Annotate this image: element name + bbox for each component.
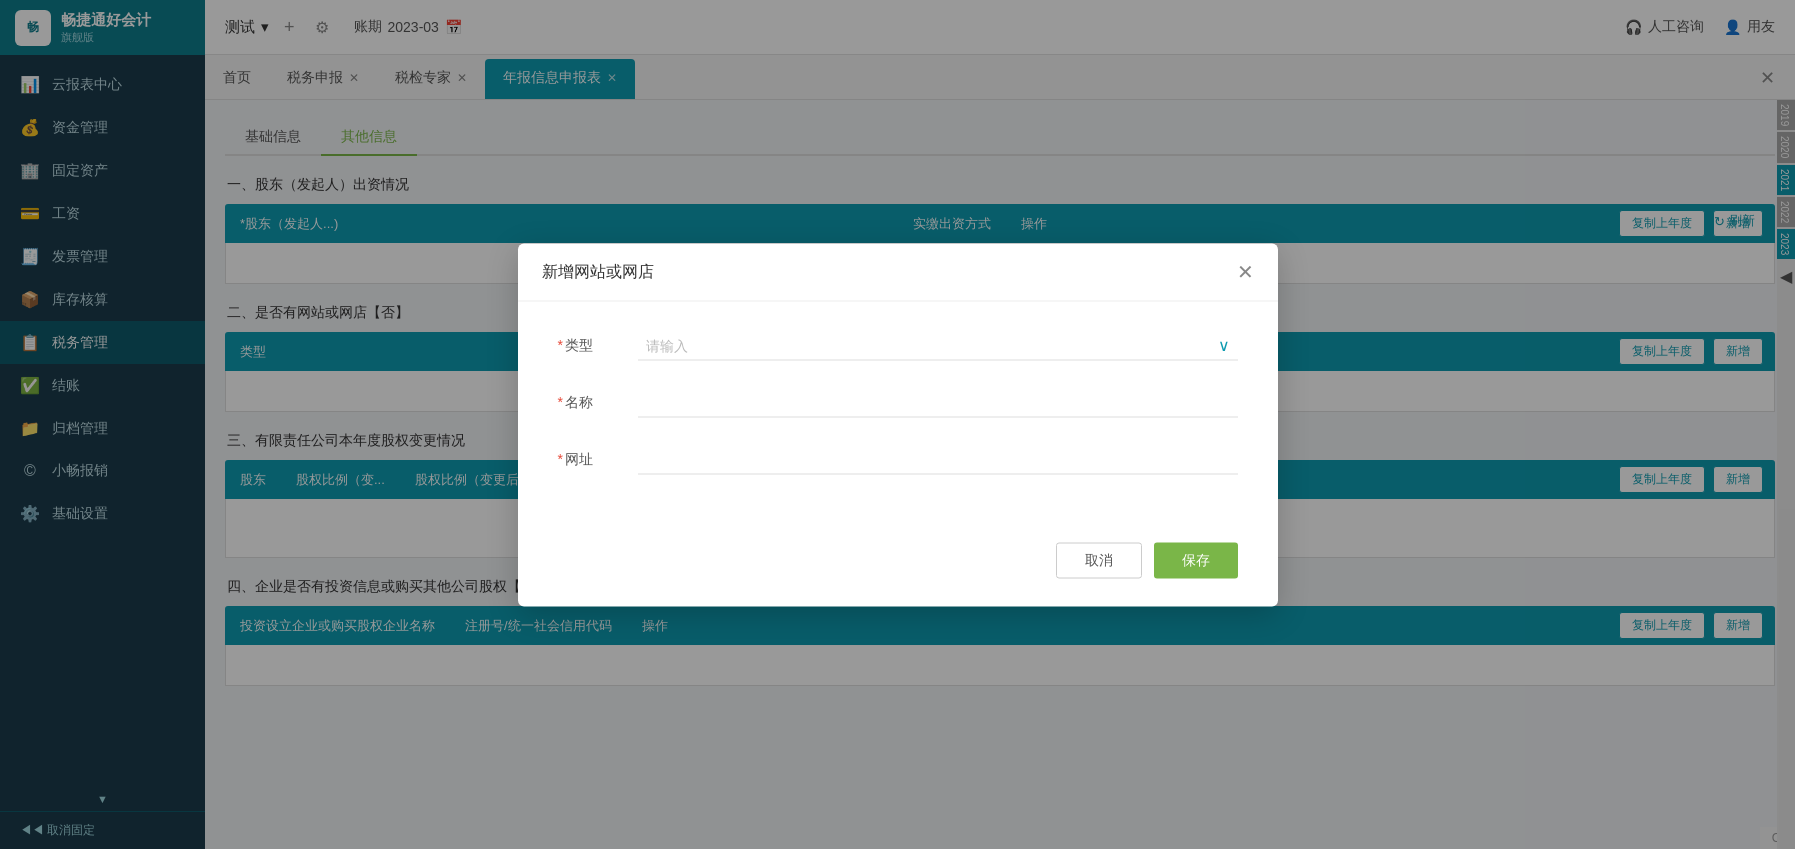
type-dropdown-icon[interactable]: ∨ xyxy=(1218,336,1230,355)
dialog-body: *类型 ∨ *名称 *网址 xyxy=(518,301,1278,522)
name-input-wrap xyxy=(638,388,1238,417)
url-required-mark: * xyxy=(558,451,563,467)
type-input[interactable] xyxy=(638,331,1238,359)
form-row-url: *网址 xyxy=(558,445,1238,474)
form-row-name: *名称 xyxy=(558,388,1238,417)
dialog-close-button[interactable]: ✕ xyxy=(1237,262,1254,282)
name-required-mark: * xyxy=(558,394,563,410)
name-label: *名称 xyxy=(558,394,638,412)
cancel-button[interactable]: 取消 xyxy=(1056,542,1142,578)
name-input[interactable] xyxy=(638,388,1238,416)
form-row-type: *类型 ∨ xyxy=(558,331,1238,360)
dialog-footer: 取消 保存 xyxy=(518,522,1278,606)
url-input-wrap xyxy=(638,445,1238,474)
url-input[interactable] xyxy=(638,445,1238,473)
dialog-header: 新增网站或网店 ✕ xyxy=(518,243,1278,301)
dialog-title: 新增网站或网店 xyxy=(542,261,654,282)
save-button[interactable]: 保存 xyxy=(1154,542,1238,578)
type-input-wrap: ∨ xyxy=(638,331,1238,360)
type-label: *类型 xyxy=(558,337,638,355)
add-website-dialog: 新增网站或网店 ✕ *类型 ∨ *名称 *网址 xyxy=(518,243,1278,606)
url-label: *网址 xyxy=(558,451,638,469)
type-required-mark: * xyxy=(558,337,563,353)
